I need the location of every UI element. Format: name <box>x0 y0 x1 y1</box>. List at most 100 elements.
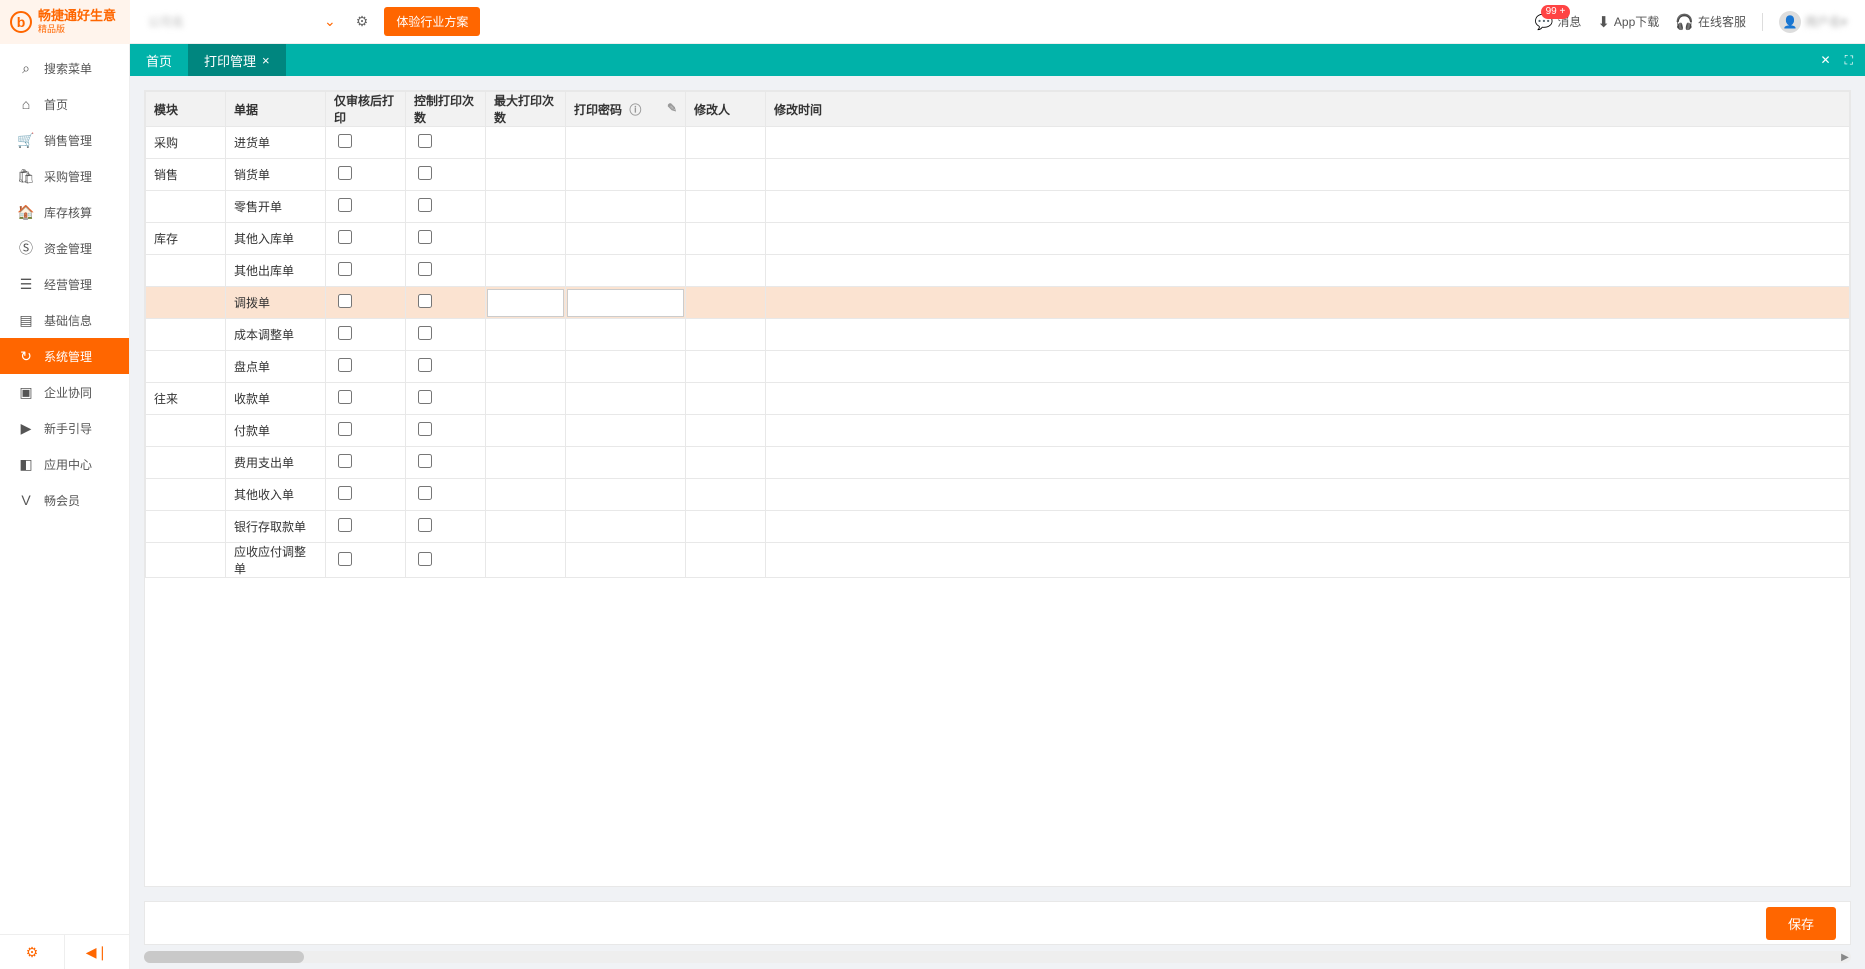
sidebar-item-search[interactable]: ⌕搜索菜单 <box>0 50 129 86</box>
sidebar-item-sales-label: 销售管理 <box>44 132 92 149</box>
sidebar-item-guide[interactable]: ▶新手引导 <box>0 410 129 446</box>
cell-doc: 成本调整单 <box>226 319 326 351</box>
sidebar-item-system[interactable]: ↻系统管理 <box>0 338 129 374</box>
audit-only-checkbox[interactable] <box>338 198 352 212</box>
tenant-name: 公司名 <box>148 13 184 30</box>
control-count-checkbox[interactable] <box>418 294 432 308</box>
max-count-input[interactable] <box>487 289 564 317</box>
control-count-checkbox[interactable] <box>418 326 432 340</box>
cell-doc: 付款单 <box>226 415 326 447</box>
sidebar-item-sales[interactable]: 🛒销售管理 <box>0 122 129 158</box>
cell-password <box>566 255 686 287</box>
horizontal-scrollbar[interactable]: ▶ <box>144 951 1851 963</box>
cell-doc: 银行存取款单 <box>226 511 326 543</box>
fullscreen-button[interactable]: ⛶ <box>1845 53 1853 68</box>
tab-首页[interactable]: 首页 <box>130 44 188 76</box>
control-count-checkbox[interactable] <box>418 422 432 436</box>
support-label: 在线客服 <box>1698 13 1746 30</box>
audit-only-checkbox[interactable] <box>338 454 352 468</box>
cell-modified-at <box>766 319 1850 351</box>
control-count-checkbox[interactable] <box>418 390 432 404</box>
audit-only-checkbox[interactable] <box>338 166 352 180</box>
control-count-checkbox[interactable] <box>418 454 432 468</box>
th-doc: 单据 <box>226 92 326 127</box>
sidebar-item-fund-label: 资金管理 <box>44 240 92 257</box>
support-button[interactable]: 🎧 在线客服 <box>1675 13 1746 31</box>
scroll-right-arrow[interactable]: ▶ <box>1839 951 1851 963</box>
sidebar-item-business[interactable]: ☰经营管理 <box>0 266 129 302</box>
messages-badge: 99 + <box>1541 5 1571 19</box>
user-menu[interactable]: 👤 用户名▾ <box>1779 11 1847 33</box>
tab-close-icon[interactable]: × <box>262 53 270 68</box>
audit-only-checkbox[interactable] <box>338 326 352 340</box>
control-count-checkbox[interactable] <box>418 166 432 180</box>
cell-modified-at <box>766 447 1850 479</box>
cell-module <box>146 287 226 319</box>
sidebar-settings-button[interactable]: ⚙ <box>0 935 64 969</box>
control-count-checkbox[interactable] <box>418 262 432 276</box>
app-download-button[interactable]: ⬇ App下载 <box>1597 13 1659 31</box>
tabs-bar: 首页打印管理 × ✕ ⛶ <box>130 44 1865 76</box>
messages-button[interactable]: 99 + 💬 消息 <box>1535 13 1582 31</box>
sidebar-collapse-button[interactable]: ◀❘ <box>64 935 129 969</box>
scrollbar-thumb[interactable] <box>144 951 304 963</box>
audit-only-checkbox[interactable] <box>338 134 352 148</box>
cell-password <box>566 543 686 578</box>
cell-modified-at <box>766 255 1850 287</box>
table-row: 银行存取款单 <box>146 511 1850 543</box>
sidebar-item-base[interactable]: ▤基础信息 <box>0 302 129 338</box>
control-count-checkbox[interactable] <box>418 486 432 500</box>
audit-only-checkbox[interactable] <box>338 518 352 532</box>
cell-audit-only <box>326 383 406 415</box>
cell-module: 采购 <box>146 127 226 159</box>
cell-control-count <box>406 383 486 415</box>
table-body: 采购进货单销售销货单零售开单库存其他入库单其他出库单调拨单成本调整单盘点单往来收… <box>146 127 1850 578</box>
control-count-checkbox[interactable] <box>418 358 432 372</box>
sidebar-item-purchase[interactable]: 🛍采购管理 <box>0 158 129 194</box>
control-count-checkbox[interactable] <box>418 552 432 566</box>
cell-control-count <box>406 415 486 447</box>
audit-only-checkbox[interactable] <box>338 262 352 276</box>
brand-logo[interactable]: b 畅捷通好生意 精品版 <box>0 0 130 44</box>
topbar: b 畅捷通好生意 精品版 公司名 ⌄ ⚙ 体验行业方案 99 + 💬 消息 ⬇ … <box>0 0 1865 44</box>
control-count-checkbox[interactable] <box>418 134 432 148</box>
settings-gear-button[interactable]: ⚙ <box>346 13 379 30</box>
industry-plan-button[interactable]: 体验行业方案 <box>384 7 480 36</box>
audit-only-checkbox[interactable] <box>338 390 352 404</box>
save-button[interactable]: 保存 <box>1766 907 1836 940</box>
close-all-tabs-button[interactable]: ✕ <box>1821 53 1831 67</box>
sidebar-item-home[interactable]: ⌂首页 <box>0 86 129 122</box>
sidebar-item-apps[interactable]: ◧应用中心 <box>0 446 129 482</box>
help-icon[interactable]: ⓘ <box>629 103 641 117</box>
edit-column-icon[interactable]: ✎ <box>667 101 677 115</box>
audit-only-checkbox[interactable] <box>338 230 352 244</box>
print-password-input[interactable] <box>567 289 684 317</box>
sidebar-item-vip[interactable]: V畅会员 <box>0 482 129 518</box>
control-count-checkbox[interactable] <box>418 518 432 532</box>
audit-only-checkbox[interactable] <box>338 422 352 436</box>
cell-password <box>566 287 686 319</box>
table-row: 应收应付调整单 <box>146 543 1850 578</box>
audit-only-checkbox[interactable] <box>338 294 352 308</box>
tenant-dropdown[interactable]: ⌄ <box>314 13 346 30</box>
cell-module <box>146 447 226 479</box>
sidebar-item-base-icon: ▤ <box>18 312 34 329</box>
cell-control-count <box>406 319 486 351</box>
sidebar-item-fund[interactable]: Ⓢ资金管理 <box>0 230 129 266</box>
sidebar-item-stock[interactable]: 🏠库存核算 <box>0 194 129 230</box>
audit-only-checkbox[interactable] <box>338 552 352 566</box>
topbar-right: 99 + 💬 消息 ⬇ App下载 🎧 在线客服 👤 用户名▾ <box>1535 11 1865 33</box>
cell-audit-only <box>326 543 406 578</box>
control-count-checkbox[interactable] <box>418 230 432 244</box>
cell-max-count <box>486 223 566 255</box>
sidebar-item-coop[interactable]: ▣企业协同 <box>0 374 129 410</box>
tab-label: 打印管理 <box>204 51 256 70</box>
audit-only-checkbox[interactable] <box>338 358 352 372</box>
cell-modifier <box>686 159 766 191</box>
cell-control-count <box>406 127 486 159</box>
audit-only-checkbox[interactable] <box>338 486 352 500</box>
tab-打印管理[interactable]: 打印管理 × <box>188 44 286 76</box>
th-max-count: 最大打印次数 <box>486 92 566 127</box>
cell-doc: 盘点单 <box>226 351 326 383</box>
control-count-checkbox[interactable] <box>418 198 432 212</box>
